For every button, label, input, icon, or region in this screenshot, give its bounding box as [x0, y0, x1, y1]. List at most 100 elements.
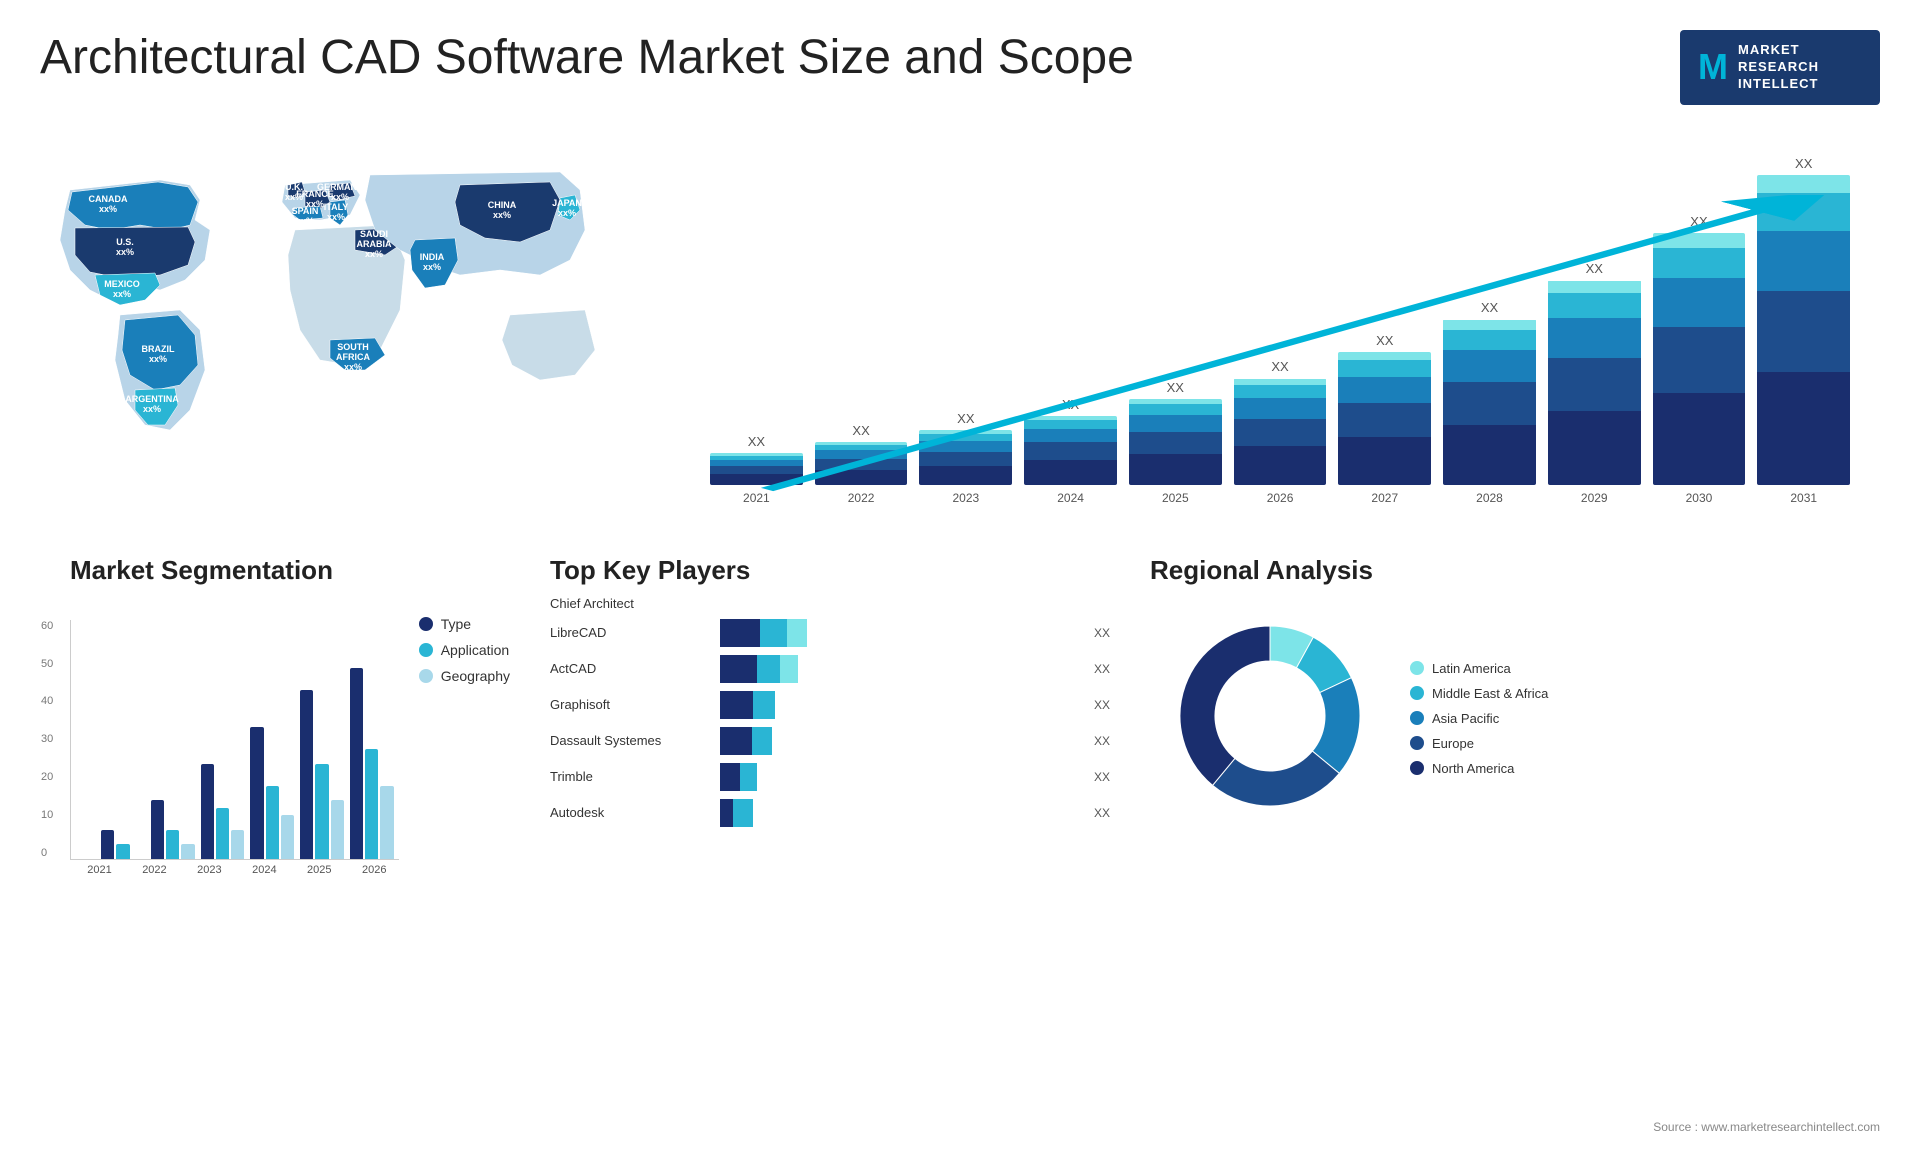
player-bar-track [720, 727, 1078, 755]
seg-bar [116, 844, 129, 859]
donut-chart [1150, 596, 1390, 841]
svg-text:xx%: xx% [493, 210, 511, 220]
bar-segment [1338, 437, 1431, 485]
bar-segment [1024, 442, 1117, 460]
player-bar-track [720, 799, 1078, 827]
bar-segment [1653, 233, 1746, 248]
players-section: Top Key Players Chief ArchitectLibreCADX… [530, 555, 1130, 1161]
player-xx-label: XX [1094, 698, 1110, 712]
bar-segment [919, 434, 1012, 441]
bar-segment [815, 459, 908, 470]
regional-legend-item: Europe [1410, 736, 1548, 751]
player-xx-label: XX [1094, 734, 1110, 748]
bar-segment [1338, 360, 1431, 377]
bar-year-label: 2023 [952, 491, 979, 505]
bar-segment [1757, 193, 1850, 231]
bar-segment [1653, 278, 1746, 327]
seg-x-label: 2022 [130, 864, 179, 876]
bar-segment [1548, 318, 1641, 358]
regional-legend-label: Latin America [1432, 661, 1511, 676]
legend-item: Type [419, 616, 510, 632]
regional-dot [1410, 761, 1424, 775]
seg-bar [151, 800, 164, 859]
bar-xx-label: XX [1795, 156, 1812, 171]
bar-year-label: 2028 [1476, 491, 1503, 505]
logo-text: MARKET RESEARCH INTELLECT [1738, 42, 1819, 93]
bar-group: XX2029 [1548, 261, 1641, 505]
seg-group [350, 668, 394, 859]
legend-dot [419, 669, 433, 683]
seg-x-labels: 202120222023202420252026 [70, 864, 399, 876]
bar-group: XX2021 [710, 434, 803, 505]
bar-segment [1024, 429, 1117, 442]
legend-label: Application [441, 642, 510, 658]
svg-text:SOUTH: SOUTH [337, 342, 369, 352]
bar-segment [1129, 404, 1222, 415]
player-name: LibreCAD [550, 625, 710, 640]
regional-legend-label: Middle East & Africa [1432, 686, 1548, 701]
player-bar-track [720, 619, 1078, 647]
regional-legend-label: Asia Pacific [1432, 711, 1499, 726]
legend-item: Application [419, 642, 510, 658]
seg-bar [315, 764, 328, 859]
seg-y-label: 10 [41, 809, 53, 821]
bar-segment [1443, 425, 1536, 485]
bar-segment [1234, 398, 1327, 419]
bar-xx-label: XX [957, 411, 974, 426]
seg-x-label: 2025 [295, 864, 344, 876]
seg-group [101, 830, 145, 859]
seg-group [151, 800, 195, 859]
svg-text:xx%: xx% [99, 204, 117, 214]
seg-legend: TypeApplicationGeography [419, 596, 510, 684]
segmentation-section: Market Segmentation 6050403020100 202120… [50, 555, 530, 1161]
seg-x-label: 2024 [240, 864, 289, 876]
regional-dot [1410, 661, 1424, 675]
bar-segment [1338, 377, 1431, 403]
stacked-bar [710, 453, 803, 485]
legend-dot [419, 643, 433, 657]
svg-text:BRAZIL: BRAZIL [142, 344, 175, 354]
player-name: Autodesk [550, 805, 710, 820]
bar-segment [1443, 382, 1536, 425]
svg-text:SPAIN: SPAIN [292, 206, 319, 216]
regional-legend-item: Middle East & Africa [1410, 686, 1548, 701]
bar-segment [919, 441, 1012, 452]
bar-segment [1548, 358, 1641, 411]
bar-segment [815, 450, 908, 459]
seg-y-label: 0 [41, 847, 53, 859]
logo-letter: M [1698, 46, 1728, 88]
svg-text:xx%: xx% [296, 216, 314, 226]
svg-text:ARGENTINA: ARGENTINA [125, 394, 179, 404]
bar-segment [1234, 446, 1327, 485]
bar-segment [1757, 231, 1850, 291]
player-bar-segment [720, 799, 733, 827]
seg-x-label: 2026 [350, 864, 399, 876]
svg-text:ARABIA: ARABIA [357, 239, 392, 249]
stacked-bar [1443, 319, 1536, 485]
seg-bar [266, 786, 279, 859]
bar-year-label: 2027 [1371, 491, 1398, 505]
seg-bars-inner: 6050403020100 [70, 620, 399, 860]
bar-segment [710, 474, 803, 485]
bar-segment [1653, 248, 1746, 279]
regional-dot [1410, 736, 1424, 750]
seg-x-label: 2023 [185, 864, 234, 876]
segmentation-title: Market Segmentation [70, 555, 510, 586]
svg-text:CHINA: CHINA [488, 200, 517, 210]
player-bar-track [720, 655, 1078, 683]
bar-segment [1548, 293, 1641, 318]
svg-text:GERMANY: GERMANY [317, 182, 363, 192]
regional-legend-label: North America [1432, 761, 1514, 776]
svg-text:xx%: xx% [331, 192, 349, 202]
bar-xx-label: XX [1586, 261, 1603, 276]
bar-segment [919, 452, 1012, 466]
bar-xx-label: XX [748, 434, 765, 449]
regional-section: Regional Analysis Latin AmericaMiddle Ea… [1130, 555, 1870, 1161]
bar-segment [1548, 281, 1641, 293]
regional-legend-item: North America [1410, 761, 1548, 776]
player-row: Dassault SystemesXX [550, 727, 1110, 755]
bar-year-label: 2024 [1057, 491, 1084, 505]
bar-segment [1129, 415, 1222, 432]
bar-xx-label: XX [1062, 397, 1079, 412]
svg-text:xx%: xx% [113, 289, 131, 299]
